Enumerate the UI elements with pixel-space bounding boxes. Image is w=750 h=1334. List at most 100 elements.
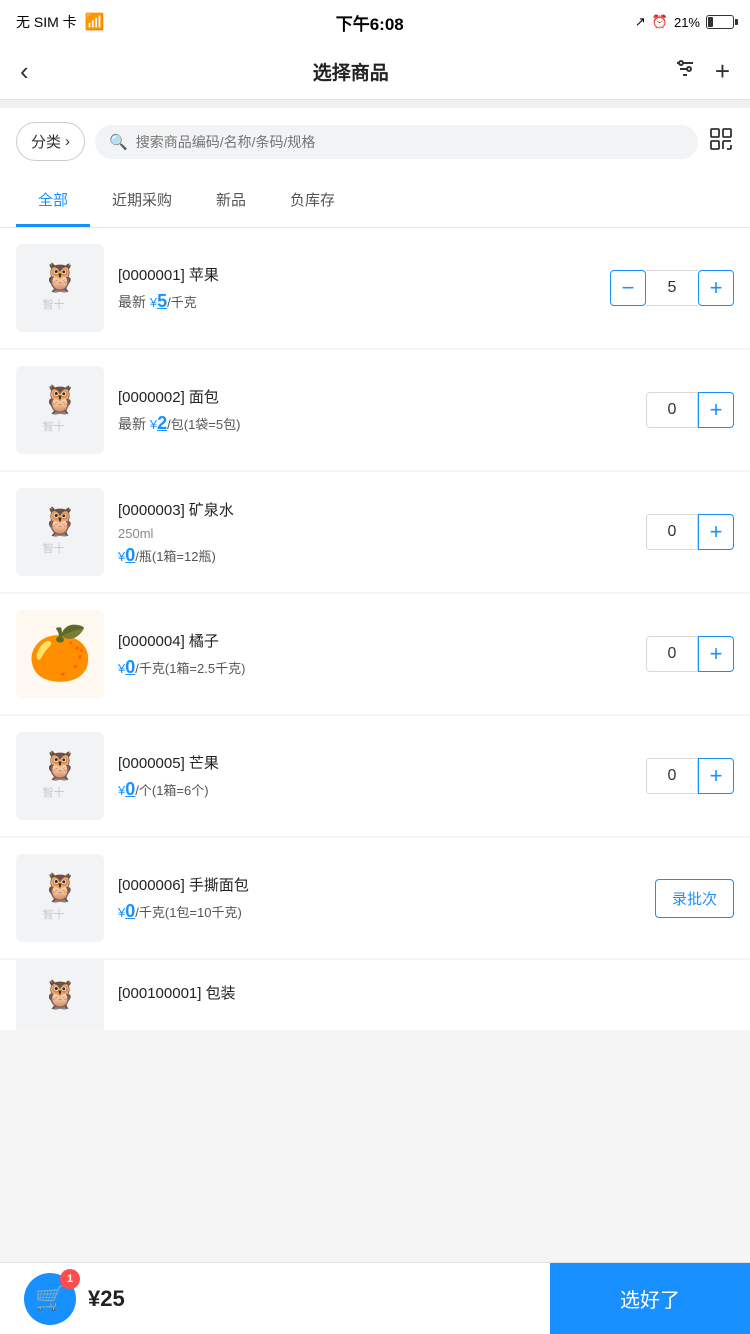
nav-actions: + bbox=[673, 56, 730, 87]
product-image: 🦉 智十 bbox=[16, 366, 104, 454]
qty-control: + bbox=[646, 636, 734, 672]
search-icon: 🔍 bbox=[109, 133, 128, 151]
product-price: ¥0/千克(1箱=2.5千克) bbox=[118, 657, 632, 678]
cart-section: 🛒 1 ¥25 bbox=[0, 1273, 550, 1325]
product-info: [0000003] 矿泉水 250ml ¥0/瓶(1箱=12瓶) bbox=[118, 499, 632, 566]
product-info: [0000001] 苹果 最新 ¥5/千克 bbox=[118, 264, 596, 312]
product-image: 🦉 智十 bbox=[16, 732, 104, 820]
brand-label: 智十 bbox=[43, 540, 78, 556]
bottom-bar: 🛒 1 ¥25 选好了 bbox=[0, 1262, 750, 1334]
product-price: ¥0/千克(1包=10千克) bbox=[118, 901, 641, 922]
battery-percent: 21% bbox=[674, 15, 700, 30]
owl-icon: 🦉 bbox=[43, 874, 78, 902]
product-image: 🦉 智十 bbox=[16, 244, 104, 332]
qty-input[interactable] bbox=[646, 392, 698, 428]
cart-icon: 🛒 bbox=[35, 1284, 65, 1313]
product-info: [0000004] 橘子 ¥0/千克(1箱=2.5千克) bbox=[118, 630, 632, 678]
search-box: 🔍 bbox=[95, 125, 698, 159]
scan-icon[interactable] bbox=[708, 126, 734, 158]
wifi-icon: 📶 bbox=[85, 12, 105, 32]
list-item: 🦉 [000100001] 包装 bbox=[0, 960, 750, 1030]
product-spec: 250ml bbox=[118, 526, 632, 541]
add-icon[interactable]: + bbox=[715, 56, 730, 87]
qty-control: + bbox=[646, 758, 734, 794]
status-left: 无 SIM 卡 📶 bbox=[16, 12, 105, 32]
product-name: [0000003] 矿泉水 bbox=[118, 499, 632, 520]
tab-recent[interactable]: 近期采购 bbox=[90, 175, 194, 227]
tab-all[interactable]: 全部 bbox=[16, 175, 90, 227]
list-item: 🦉 智十 [0000002] 面包 最新 ¥2/包(1袋=5包) + bbox=[0, 350, 750, 470]
product-price: 最新 ¥2/包(1袋=5包) bbox=[118, 413, 632, 434]
product-name: [0000006] 手撕面包 bbox=[118, 874, 641, 895]
filter-bar: 分类 › 🔍 bbox=[0, 108, 750, 175]
product-price: ¥0/瓶(1箱=12瓶) bbox=[118, 545, 632, 566]
category-button[interactable]: 分类 › bbox=[16, 122, 85, 161]
brand-label: 智十 bbox=[43, 418, 78, 434]
confirm-button[interactable]: 选好了 bbox=[550, 1263, 750, 1334]
product-info: [0000006] 手撕面包 ¥0/千克(1包=10千克) bbox=[118, 874, 641, 922]
product-image: 🦉 智十 bbox=[16, 488, 104, 576]
qty-input[interactable] bbox=[646, 758, 698, 794]
list-item: 🦉 智十 [0000003] 矿泉水 250ml ¥0/瓶(1箱=12瓶) + bbox=[0, 472, 750, 592]
nav-bar: ‹ 选择商品 + bbox=[0, 44, 750, 100]
product-price: 最新 ¥5/千克 bbox=[118, 291, 596, 312]
list-item: 🦉 智十 [0000001] 苹果 最新 ¥5/千克 − + bbox=[0, 228, 750, 348]
tab-new[interactable]: 新品 bbox=[194, 175, 268, 227]
back-button[interactable]: ‹ bbox=[20, 56, 29, 87]
category-arrow: › bbox=[65, 133, 70, 150]
cart-total: ¥25 bbox=[88, 1286, 125, 1312]
product-image: 🦉 智十 bbox=[16, 854, 104, 942]
owl-icon: 🦉 bbox=[43, 386, 78, 414]
battery-icon bbox=[706, 15, 734, 29]
status-right: ↗ ⏰ 21% bbox=[635, 14, 734, 30]
qty-plus-button[interactable]: + bbox=[698, 270, 734, 306]
brand-label: 智十 bbox=[43, 906, 78, 922]
qty-minus-button[interactable]: − bbox=[610, 270, 646, 306]
owl-icon: 🦉 bbox=[43, 752, 78, 780]
product-info: [000100001] 包装 bbox=[118, 982, 734, 1009]
carrier-label: 无 SIM 卡 bbox=[16, 12, 77, 32]
fruit-image: 🍊 bbox=[28, 610, 93, 698]
owl-icon: 🦉 bbox=[43, 508, 78, 536]
product-name: [0000002] 面包 bbox=[118, 386, 632, 407]
brand-label: 智十 bbox=[43, 296, 78, 312]
qty-control: + bbox=[646, 392, 734, 428]
category-label: 分类 bbox=[31, 131, 61, 152]
list-item: 🍊 [0000004] 橘子 ¥0/千克(1箱=2.5千克) + bbox=[0, 594, 750, 714]
status-bar: 无 SIM 卡 📶 下午6:08 ↗ ⏰ 21% bbox=[0, 0, 750, 44]
qty-input[interactable] bbox=[646, 514, 698, 550]
status-time: 下午6:08 bbox=[336, 10, 404, 35]
product-info: [0000002] 面包 最新 ¥2/包(1袋=5包) bbox=[118, 386, 632, 434]
products-list: 🦉 智十 [0000001] 苹果 最新 ¥5/千克 − + 🦉 智十 bbox=[0, 228, 750, 1030]
qty-only-plus: + bbox=[646, 514, 734, 550]
tab-negative-stock[interactable]: 负库存 bbox=[268, 175, 357, 227]
product-image: 🍊 bbox=[16, 610, 104, 698]
qty-plus-button[interactable]: + bbox=[698, 514, 734, 550]
product-price: ¥0/个(1箱=6个) bbox=[118, 779, 632, 800]
product-info: [0000005] 芒果 ¥0/个(1箱=6个) bbox=[118, 752, 632, 800]
product-name: [000100001] 包装 bbox=[118, 982, 734, 1003]
qty-input[interactable] bbox=[646, 636, 698, 672]
qty-only-plus: + bbox=[646, 636, 734, 672]
qty-input[interactable] bbox=[646, 270, 698, 306]
search-input[interactable] bbox=[136, 134, 684, 150]
location-icon: ↗ bbox=[635, 14, 646, 30]
owl-icon: 🦉 bbox=[43, 264, 78, 292]
product-image: 🦉 bbox=[16, 960, 104, 1030]
list-item: 🦉 智十 [0000006] 手撕面包 ¥0/千克(1包=10千克) 录批次 bbox=[0, 838, 750, 958]
qty-plus-button[interactable]: + bbox=[698, 758, 734, 794]
owl-icon: 🦉 bbox=[43, 981, 78, 1009]
qty-plus-button[interactable]: + bbox=[698, 392, 734, 428]
tabs-bar: 全部 近期采购 新品 负库存 bbox=[0, 175, 750, 228]
page-title: 选择商品 bbox=[313, 58, 389, 85]
qty-plus-button[interactable]: + bbox=[698, 636, 734, 672]
divider-1 bbox=[0, 100, 750, 108]
product-name: [0000005] 芒果 bbox=[118, 752, 632, 773]
batch-record-button[interactable]: 录批次 bbox=[655, 879, 734, 918]
cart-button[interactable]: 🛒 1 bbox=[24, 1273, 76, 1325]
filter-icon[interactable] bbox=[673, 57, 697, 87]
list-item: 🦉 智十 [0000005] 芒果 ¥0/个(1箱=6个) + bbox=[0, 716, 750, 836]
brand-label: 智十 bbox=[43, 784, 78, 800]
alarm-icon: ⏰ bbox=[652, 14, 668, 30]
product-name: [0000004] 橘子 bbox=[118, 630, 632, 651]
